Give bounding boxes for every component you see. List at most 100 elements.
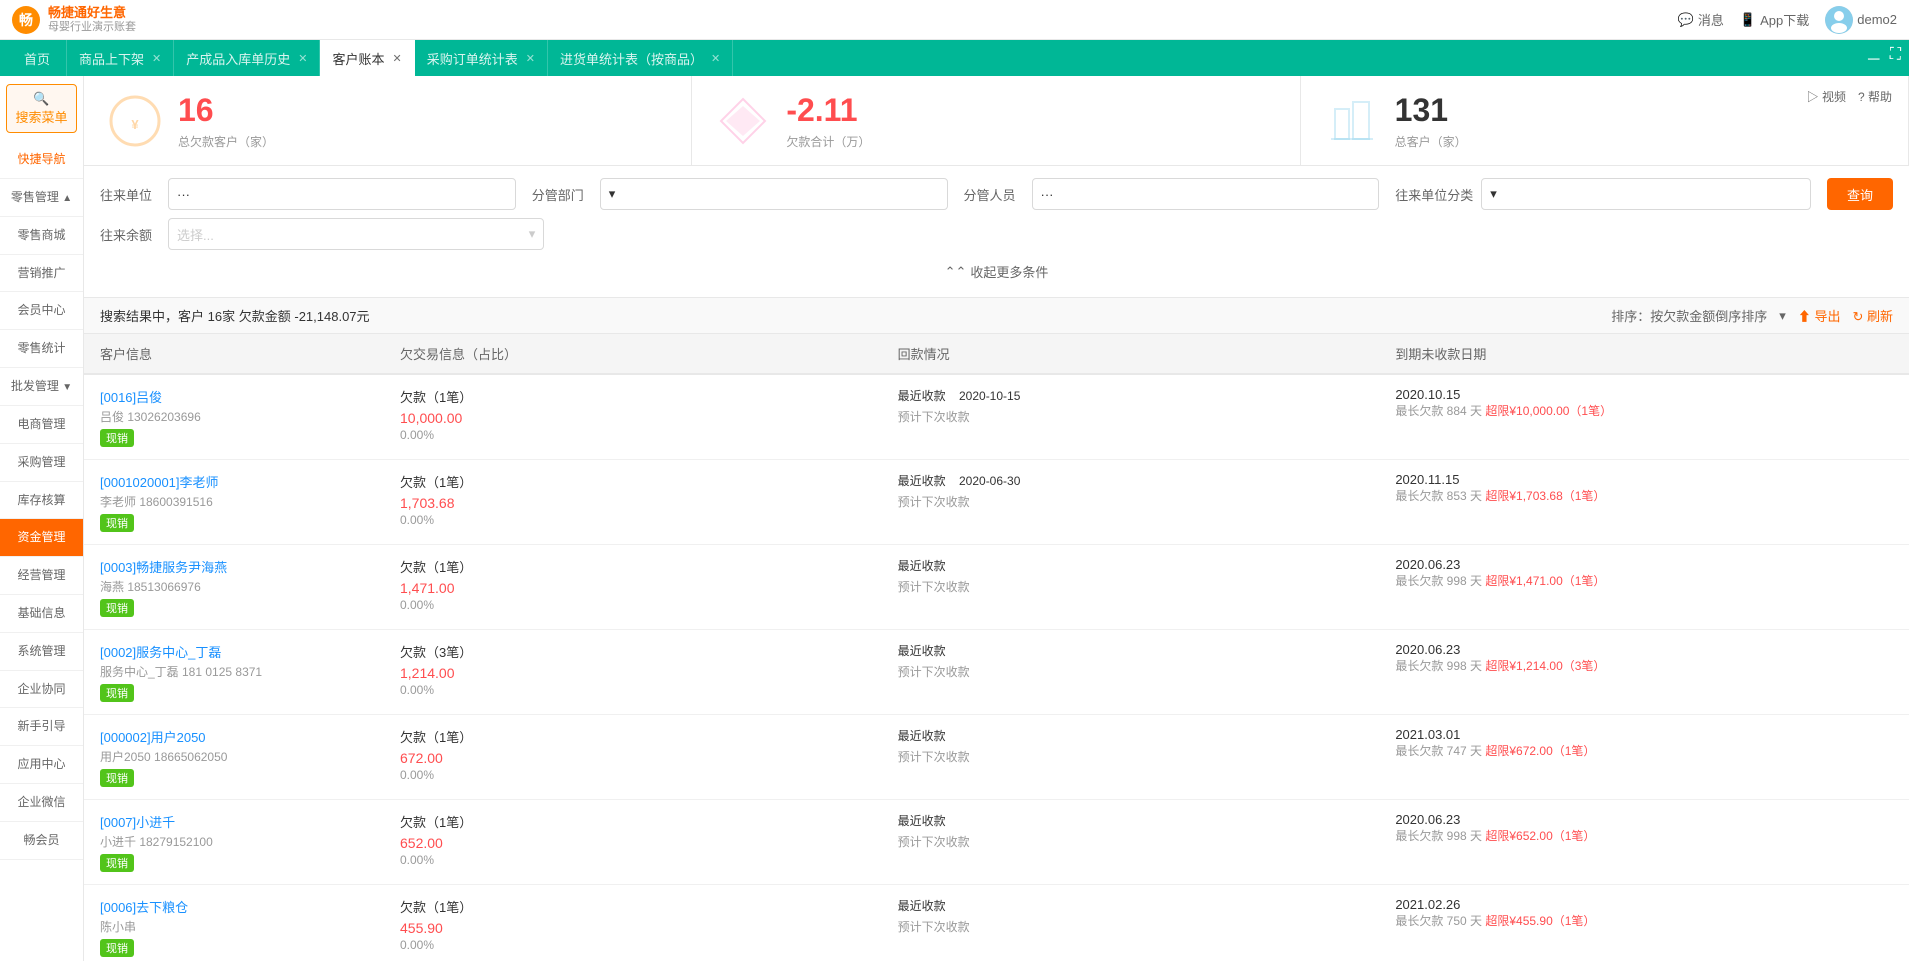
customer-name-2[interactable]: [0003]畅捷服务尹海燕 [100, 557, 400, 576]
message-btn[interactable]: 💬 消息 [1678, 10, 1724, 29]
tab-customer-account-close[interactable]: ✕ [393, 52, 402, 65]
search-menu-btn[interactable]: 🔍 搜索菜单 [6, 84, 77, 133]
tag-xian-4: 现销 [100, 769, 134, 787]
customer-info-1: [0001020001]李老师 李老师 18600391516 现销 [100, 472, 400, 532]
sidebar-item-retail-store[interactable]: 零售商城 [0, 217, 83, 255]
filter-manager-input[interactable]: ··· [1032, 178, 1380, 210]
overdue-amount-3[interactable]: 超限¥1,214.00（3笔） [1485, 659, 1605, 673]
customer-sub-2: 海燕 18513066976 [100, 578, 400, 595]
recovery-info-0: 最近收款 2020-10-15 预计下次收款 [898, 387, 1396, 425]
tab-home[interactable]: 首页 [8, 40, 67, 76]
app-download-btn[interactable]: 📱 App下载 [1740, 10, 1809, 29]
tab-goods-stats-close[interactable]: ✕ [711, 52, 720, 65]
tab-purchase-stats[interactable]: 采购订单统计表 ✕ [415, 40, 548, 76]
customer-name-3[interactable]: [0002]服务中心_丁磊 [100, 642, 400, 661]
customer-name-1[interactable]: [0001020001]李老师 [100, 472, 400, 491]
customer-name-6[interactable]: [0006]去下粮仓 [100, 897, 400, 916]
filter-dept-input[interactable]: ▾ [600, 178, 948, 210]
tab-goods-stats[interactable]: 进货单统计表（按商品） ✕ [548, 40, 733, 76]
user-avatar[interactable]: demo2 [1825, 6, 1897, 34]
filter-balance-select[interactable]: 选择... ▾ [168, 218, 544, 250]
next-collect-3: 预计下次收款 [898, 663, 1396, 680]
help-btn[interactable]: ? 帮助 [1858, 88, 1892, 105]
tab-purchase-stats-close[interactable]: ✕ [526, 52, 535, 65]
overdue-amount-4[interactable]: 超限¥672.00（1笔） [1485, 744, 1595, 758]
overdue-amount-0[interactable]: 超限¥10,000.00（1笔） [1485, 404, 1612, 418]
sidebar-item-collab[interactable]: 企业协同 [0, 671, 83, 709]
sidebar-item-wechat[interactable]: 企业微信 [0, 784, 83, 822]
dept-arrow-icon: ▾ [609, 186, 616, 202]
tab-production-history-close[interactable]: ✕ [298, 52, 307, 65]
customer-name-4[interactable]: [000002]用户2050 [100, 727, 400, 746]
customer-sub-0: 吕俊 13026203696 [100, 408, 400, 425]
sidebar-item-operations[interactable]: 经营管理 [0, 557, 83, 595]
debt-pct-1: 0.00% [400, 513, 898, 527]
customer-name-5[interactable]: [0007]小进千 [100, 812, 400, 831]
tab-goods-stats-label: 进货单统计表（按商品） [560, 49, 703, 68]
stat-card-debt-total: -2.11 欠款合计（万） [692, 76, 1300, 165]
filter-category: 往来单位分类 ▾ [1395, 178, 1811, 210]
sidebar-item-quick-nav[interactable]: 快捷导航 [0, 141, 83, 179]
last-collect-3: 最近收款 [898, 642, 1396, 659]
chevron-up-icon: ⌃⌃ [945, 264, 967, 280]
sidebar-item-guide[interactable]: 新手引导 [0, 708, 83, 746]
last-collect-5: 最近收款 [898, 812, 1396, 829]
sort-arrow-icon: ▾ [1779, 308, 1786, 324]
sidebar-item-member[interactable]: 会员中心 [0, 292, 83, 330]
debt-pct-4: 0.00% [400, 768, 898, 782]
sidebar-item-ecommerce[interactable]: 电商管理 [0, 406, 83, 444]
tab-production-history[interactable]: 产成品入库单历史 ✕ [174, 40, 320, 76]
sidebar-item-inventory[interactable]: 库存核算 [0, 482, 83, 520]
collapse-btn[interactable]: ⌃⌃ 收起更多条件 [100, 258, 1893, 285]
debt-count-0: 欠款（1笔） [400, 387, 898, 406]
tab-product-onoff[interactable]: 商品上下架 ✕ [67, 40, 174, 76]
filter-category-input[interactable]: ▾ [1481, 178, 1811, 210]
overdue-amount-1[interactable]: 超限¥1,703.68（1笔） [1485, 489, 1605, 503]
tab-minimize-icon[interactable]: － [1866, 46, 1882, 70]
overdue-days-4: 最长欠款 747 天 超限¥672.00（1笔） [1395, 742, 1893, 759]
customer-sub-6: 陈小串 [100, 918, 400, 935]
logo-text: 畅捷通好生意 [48, 5, 136, 21]
sidebar-item-wholesale[interactable]: 批发管理 ▼ [0, 368, 83, 406]
sidebar-item-member2[interactable]: 畅会员 [0, 822, 83, 860]
debt-amount-3: 1,214.00 [400, 665, 898, 681]
debt-total-amount: -2.11 [786, 92, 870, 129]
debt-info-1: 欠款（1笔） 1,703.68 0.00% [400, 472, 898, 527]
sidebar-item-basic-info[interactable]: 基础信息 [0, 595, 83, 633]
tab-customer-account[interactable]: 客户账本 ✕ [320, 40, 414, 76]
refresh-btn[interactable]: ↻ 刷新 [1852, 306, 1893, 325]
filter-partner-input[interactable]: ··· [168, 178, 516, 210]
sidebar-item-finance[interactable]: 资金管理 [0, 519, 83, 557]
export-btn[interactable]: ⬆ 导出 [1798, 306, 1841, 325]
overdue-amount-6[interactable]: 超限¥455.90（1笔） [1485, 914, 1595, 928]
sidebar-item-apps[interactable]: 应用中心 [0, 746, 83, 784]
stats-bar: ¥ 16 总欠款客户（家） -2.11 欠款合计（万） [84, 76, 1909, 166]
sidebar-item-system[interactable]: 系统管理 [0, 633, 83, 671]
next-collect-0: 预计下次收款 [898, 408, 1396, 425]
debt-pct-0: 0.00% [400, 428, 898, 442]
video-btn[interactable]: ▷ 视频 [1807, 88, 1846, 105]
sidebar-item-retail-mgmt[interactable]: 零售管理 ▲ [0, 179, 83, 217]
overdue-amount-2[interactable]: 超限¥1,471.00（1笔） [1485, 574, 1605, 588]
sidebar-item-marketing[interactable]: 营销推广 [0, 255, 83, 293]
filter-manager: 分管人员 ··· [964, 178, 1380, 210]
filter-area: 往来单位 ··· 分管部门 ▾ 分管人员 ··· [84, 166, 1909, 298]
yuan-icon: ¥ [108, 94, 162, 148]
query-button[interactable]: 查询 [1827, 178, 1893, 210]
tab-purchase-stats-label: 采购订单统计表 [427, 49, 518, 68]
logo-icon: 畅 [12, 6, 40, 34]
debt-amount-0: 10,000.00 [400, 410, 898, 426]
tab-fullscreen-icon[interactable]: ⛶ [1890, 46, 1901, 70]
overdue-amount-5[interactable]: 超限¥652.00（1笔） [1485, 829, 1595, 843]
result-amount: -21,148.07元 [294, 309, 369, 324]
sort-label[interactable]: 排序：按欠款金额倒序排序 [1611, 306, 1767, 325]
building-icon [1325, 94, 1379, 148]
tab-product-onoff-close[interactable]: ✕ [152, 52, 161, 65]
sidebar-item-purchase[interactable]: 采购管理 [0, 444, 83, 482]
debt-info-6: 欠款（1笔） 455.90 0.00% [400, 897, 898, 952]
next-collect-5: 预计下次收款 [898, 833, 1396, 850]
customer-name-0[interactable]: [0016]吕俊 [100, 387, 400, 406]
debt-count-5: 欠款（1笔） [400, 812, 898, 831]
next-collect-1: 预计下次收款 [898, 493, 1396, 510]
sidebar-item-retail-stats[interactable]: 零售统计 [0, 330, 83, 368]
